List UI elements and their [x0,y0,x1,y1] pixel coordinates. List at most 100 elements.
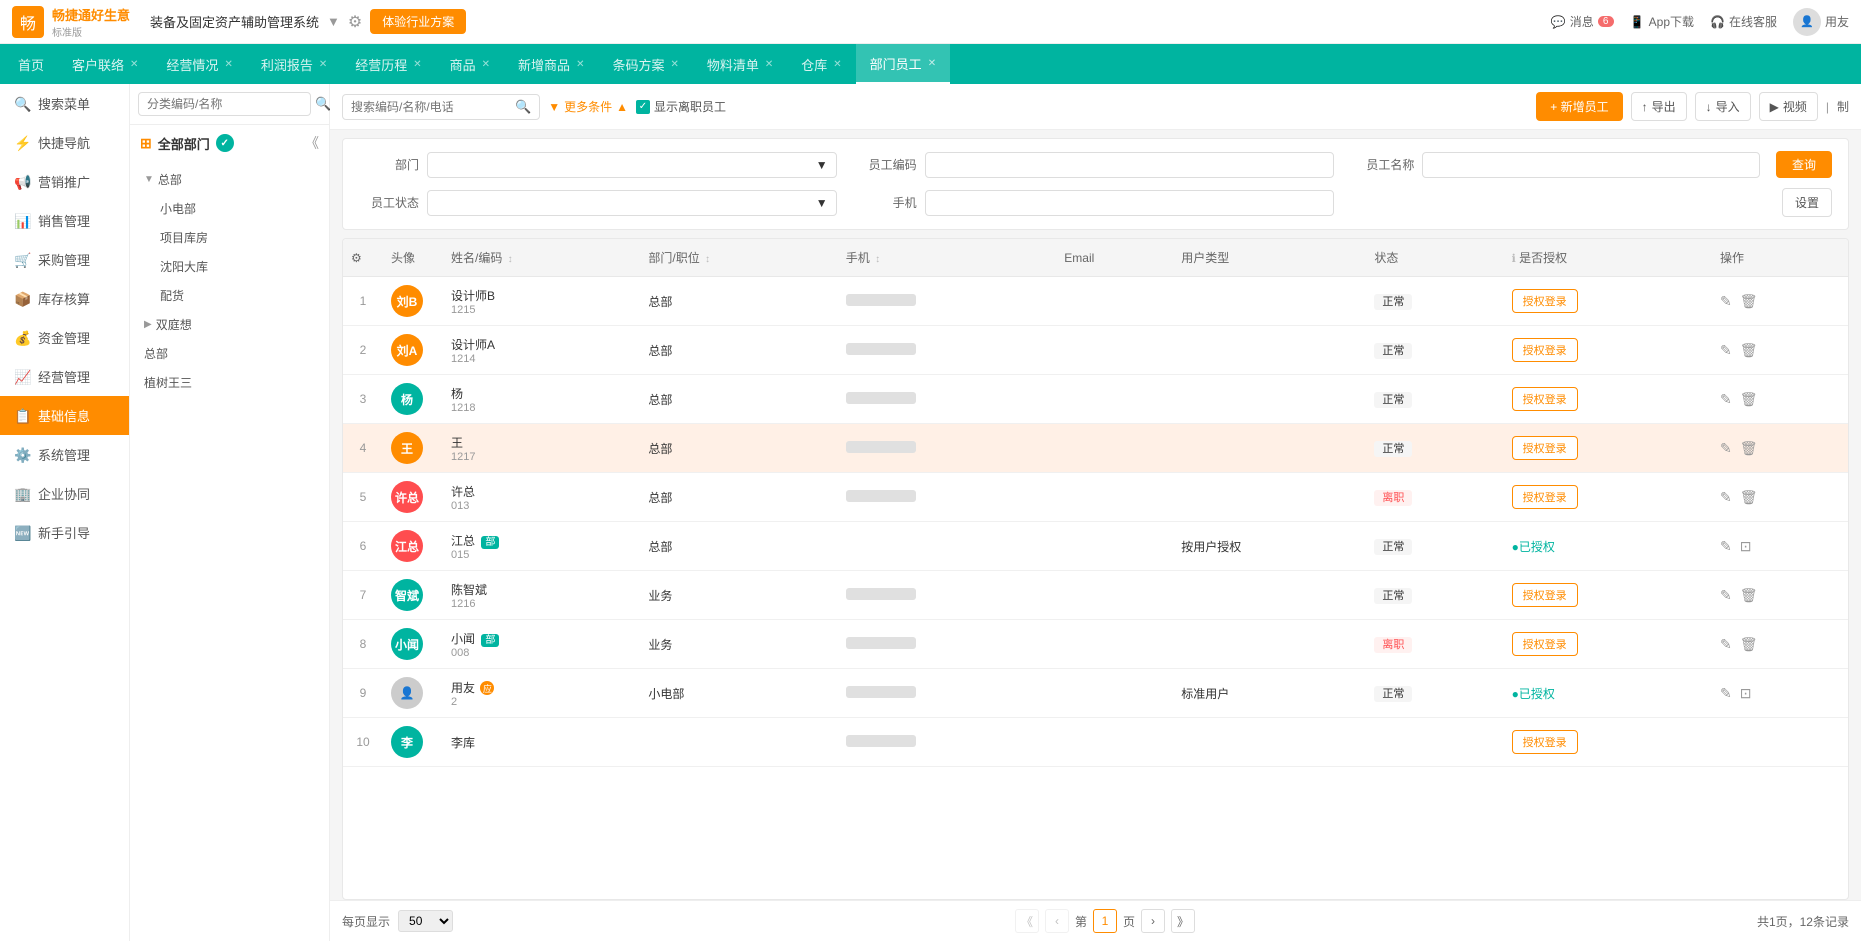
dept-search-input[interactable] [138,92,311,116]
auth-btn[interactable]: 授权登录 [1512,387,1578,411]
current-page-input[interactable]: 1 [1093,909,1117,933]
sidebar-item-basic[interactable]: 📋 基础信息 [0,396,129,435]
last-page-btn[interactable]: 》 [1171,909,1195,933]
search-input[interactable] [351,100,511,114]
sidebar-item-sales[interactable]: 📊 销售管理 [0,201,129,240]
more-conditions-btn[interactable]: ▼ 更多条件 ▲ [548,98,628,115]
auth-btn[interactable]: 授权登录 [1512,289,1578,313]
delete-icon[interactable]: 🗑 [1740,636,1758,653]
auth-btn[interactable]: 授权登录 [1512,632,1578,656]
show-resigned-toggle[interactable]: ✓ 显示离职员工 [636,98,726,115]
add-employee-button[interactable]: + 新增员工 [1536,92,1622,121]
empstatus-select[interactable]: ▼ [427,190,837,216]
dept-tree-item-distribution[interactable]: 配货 [130,281,329,310]
auth-btn[interactable]: 授权登录 [1512,338,1578,362]
chevron-down-icon[interactable]: ▼ [327,14,340,29]
tab-profit[interactable]: 利润报告 ✕ [247,44,341,84]
sidebar-item-purchase[interactable]: 🛒 采购管理 [0,240,129,279]
app-download-btn[interactable]: 📱 App下载 [1630,13,1694,30]
delete-icon[interactable]: 🗑 [1740,587,1758,604]
close-icon[interactable]: ✕ [413,59,421,70]
reset-button[interactable]: 设置 [1782,188,1832,217]
export-button[interactable]: ↑ 导出 [1631,92,1687,121]
dept-filter-select[interactable]: ▼ [427,152,837,178]
sidebar-item-marketing[interactable]: 📢 营销推广 [0,162,129,201]
trial-btn[interactable]: 体验行业方案 [370,9,466,34]
auth-btn[interactable]: 授权登录 [1512,730,1578,754]
dept-tree-item-project[interactable]: 项目库房 [130,223,329,252]
copy-icon[interactable]: ⊡ [1740,685,1752,702]
online-service-btn[interactable]: 🎧 在线客服 [1710,13,1777,30]
tab-add-goods[interactable]: 新增商品 ✕ [504,44,598,84]
auth-btn[interactable]: 授权登录 [1512,583,1578,607]
delete-icon[interactable]: 🗑 [1740,489,1758,506]
message-btn[interactable]: 💬 消息 6 [1551,13,1614,30]
edit-icon[interactable]: ✎ [1720,342,1732,359]
tab-history[interactable]: 经营历程 ✕ [341,44,435,84]
edit-icon[interactable]: ✎ [1720,685,1732,702]
edit-icon[interactable]: ✎ [1720,489,1732,506]
close-icon[interactable]: ✕ [130,59,138,70]
edit-icon[interactable]: ✎ [1720,293,1732,310]
settings-icon[interactable]: ⚙ [351,251,362,265]
tab-bom[interactable]: 物料清单 ✕ [693,44,787,84]
dept-tree-item-zhishu[interactable]: 植树王三 [130,368,329,397]
close-icon[interactable]: ✕ [928,58,936,69]
tab-barcode[interactable]: 条码方案 ✕ [598,44,692,84]
phone-input[interactable] [925,190,1335,216]
sidebar-item-system[interactable]: ⚙️ 系统管理 [0,435,129,474]
edit-icon[interactable]: ✎ [1720,636,1732,653]
dept-search-icon[interactable]: 🔍 [315,96,331,112]
search-icon[interactable]: 🔍 [515,99,531,115]
auth-btn[interactable]: 授权登录 [1512,436,1578,460]
sidebar-item-finance[interactable]: 💰 资金管理 [0,318,129,357]
settings-icon[interactable]: ⚙ [348,12,362,32]
query-button[interactable]: 查询 [1776,151,1832,178]
tab-goods[interactable]: 商品 ✕ [436,44,504,84]
edit-icon[interactable]: ✎ [1720,587,1732,604]
dept-tree-item-zongbu[interactable]: 总部 [130,339,329,368]
empcode-input[interactable] [925,152,1335,178]
close-icon[interactable]: ✕ [576,59,584,70]
tab-operation[interactable]: 经营情况 ✕ [152,44,246,84]
sidebar-item-quick-nav[interactable]: ⚡ 快捷导航 [0,123,129,162]
print-btn[interactable]: 制 [1837,98,1849,115]
close-icon[interactable]: ✕ [319,59,327,70]
sidebar-item-inventory[interactable]: 📦 库存核算 [0,279,129,318]
dept-tree-item-shenyang[interactable]: 沈阳大库 [130,252,329,281]
empname-input[interactable] [1422,152,1760,178]
close-icon[interactable]: ✕ [224,59,232,70]
first-page-btn[interactable]: 《 [1015,909,1039,933]
edit-icon[interactable]: ✎ [1720,538,1732,555]
tab-dept-employee[interactable]: 部门员工 ✕ [856,44,950,84]
close-icon[interactable]: ✕ [765,59,773,70]
video-button[interactable]: ▶ 视频 [1759,92,1818,121]
close-icon[interactable]: ✕ [833,59,841,70]
sidebar-item-operation[interactable]: 📈 经营管理 [0,357,129,396]
sidebar-item-search[interactable]: 🔍 搜索菜单 [0,84,129,123]
tab-home[interactable]: 首页 [4,44,58,84]
collapse-icon[interactable]: 《 [305,133,319,153]
close-icon[interactable]: ✕ [670,59,678,70]
page-size-select[interactable]: 50 20 100 [398,910,453,932]
next-page-btn[interactable]: › [1141,909,1165,933]
close-icon[interactable]: ✕ [482,59,490,70]
prev-page-btn[interactable]: ‹ [1045,909,1069,933]
delete-icon[interactable]: 🗑 [1740,293,1758,310]
delete-icon[interactable]: 🗑 [1740,391,1758,408]
user-btn[interactable]: 👤 用友 [1793,8,1849,36]
delete-icon[interactable]: 🗑 [1740,440,1758,457]
dept-tree-item-headquarters[interactable]: ▼ 总部 [130,165,329,194]
edit-icon[interactable]: ✎ [1720,440,1732,457]
edit-icon[interactable]: ✎ [1720,391,1732,408]
dept-tree-item-xiaodian[interactable]: 小电部 [130,194,329,223]
tab-warehouse[interactable]: 仓库 ✕ [787,44,855,84]
sidebar-item-enterprise[interactable]: 🏢 企业协同 [0,474,129,513]
delete-icon[interactable]: 🗑 [1740,342,1758,359]
auth-btn[interactable]: 授权登录 [1512,485,1578,509]
dept-tree-item-shuanting[interactable]: ▶ 双庭想 [130,310,329,339]
sidebar-item-guide[interactable]: 🆕 新手引导 [0,513,129,552]
copy-icon[interactable]: ⊡ [1740,538,1752,555]
import-button[interactable]: ↓ 导入 [1695,92,1751,121]
tab-customer[interactable]: 客户联络 ✕ [58,44,152,84]
